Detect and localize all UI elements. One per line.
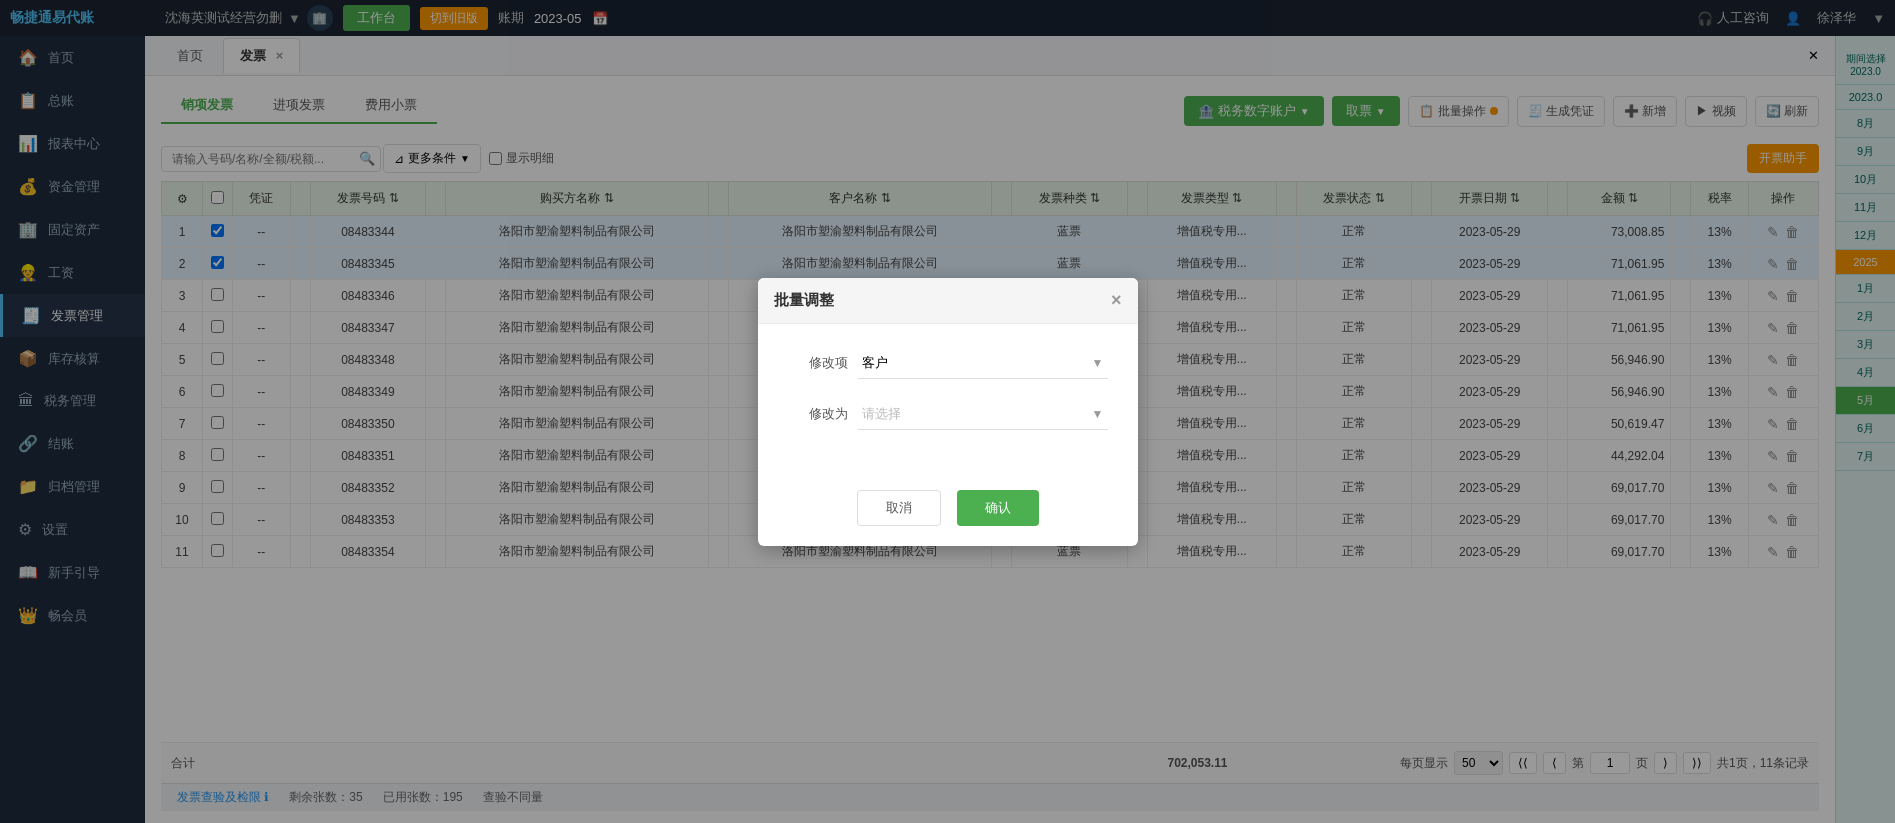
modal-body: 修改项 客户 ▼ 修改为 请选择 ▼ xyxy=(758,324,1138,474)
modal-header: 批量调整 × xyxy=(758,278,1138,324)
modal-footer: 取消 确认 xyxy=(758,474,1138,546)
form-row-field: 修改项 客户 ▼ xyxy=(788,348,1108,379)
modal-title: 批量调整 xyxy=(774,291,834,310)
form-row-value: 修改为 请选择 ▼ xyxy=(788,399,1108,430)
value-placeholder: 请选择 xyxy=(862,405,901,423)
field-value: 客户 xyxy=(862,354,888,372)
batch-adjust-modal: 批量调整 × 修改项 客户 ▼ 修改为 请选择 ▼ 取消 确认 xyxy=(758,278,1138,546)
cancel-button[interactable]: 取消 xyxy=(857,490,941,526)
value-label: 修改为 xyxy=(788,405,848,423)
value-dropdown-icon: ▼ xyxy=(1092,407,1104,421)
confirm-button[interactable]: 确认 xyxy=(957,490,1039,526)
modal-close-btn[interactable]: × xyxy=(1111,290,1122,311)
value-select[interactable]: 请选择 ▼ xyxy=(858,399,1108,430)
field-dropdown-icon: ▼ xyxy=(1092,356,1104,370)
field-label: 修改项 xyxy=(788,354,848,372)
field-select[interactable]: 客户 ▼ xyxy=(858,348,1108,379)
modal-overlay: 批量调整 × 修改项 客户 ▼ 修改为 请选择 ▼ 取消 确认 xyxy=(0,0,1895,823)
